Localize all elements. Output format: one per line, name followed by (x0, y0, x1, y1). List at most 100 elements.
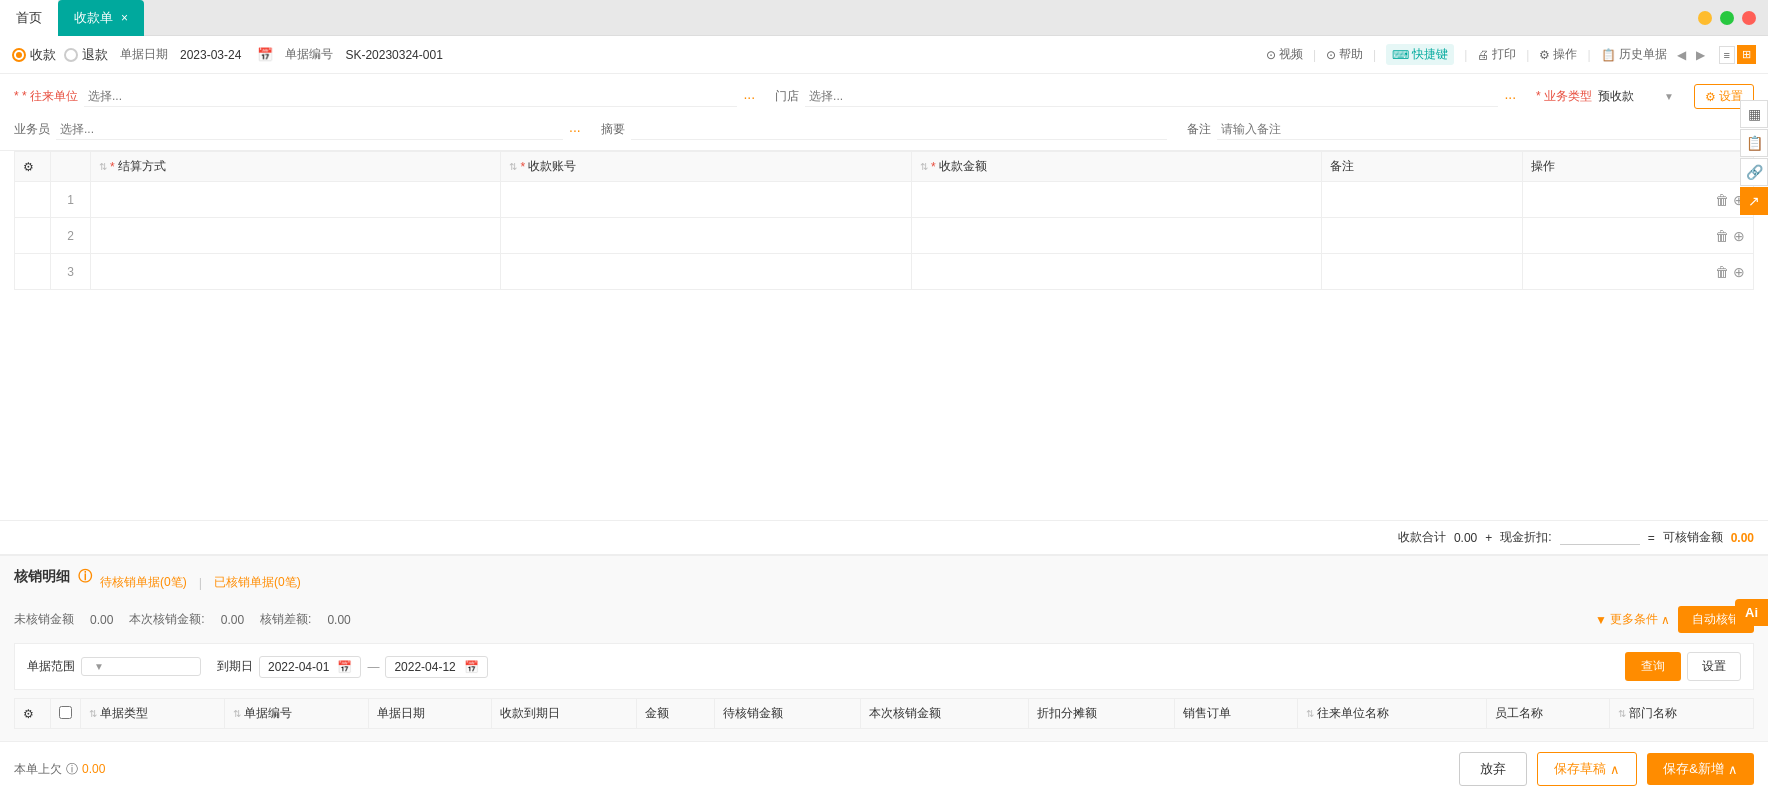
nav-next-icon[interactable]: ▶ (1696, 48, 1705, 62)
sort-icon-account[interactable]: ⇅ (509, 161, 517, 172)
abandon-button[interactable]: 放弃 (1459, 752, 1527, 786)
tab-close-icon[interactable]: × (121, 11, 128, 25)
verify-tabs: 待核销单据(0笔) | 已核销单据(0笔) (100, 574, 301, 591)
sort-counterpart[interactable]: ⇅ (1306, 708, 1314, 719)
staff-input[interactable] (56, 119, 563, 140)
sidebar-table-icon[interactable]: ▦ (1740, 100, 1768, 128)
bill-date-calendar-icon[interactable]: 📅 (257, 47, 273, 62)
cell-settle-2[interactable] (91, 218, 501, 254)
sort-dept[interactable]: ⇅ (1618, 708, 1626, 719)
store-input[interactable] (805, 86, 1498, 107)
action-ops[interactable]: ⚙ 操作 (1539, 46, 1577, 63)
business-type-chevron-icon[interactable]: ▼ (1664, 91, 1674, 102)
staff-field: 业务员 ··· (14, 119, 581, 140)
sidebar-expand-icon[interactable]: ↗ (1740, 187, 1768, 215)
bottom-table-header-row: ⚙ ⇅ 单据类型 ⇅ 单据编号 (15, 699, 1754, 729)
verify-tab-completed[interactable]: 已核销单据(0笔) (214, 574, 301, 591)
filter-range-label: 单据范围 (27, 658, 75, 675)
cell-account-3[interactable] (501, 254, 911, 290)
nav-prev-icon[interactable]: ◀ (1677, 48, 1686, 62)
cell-amount-1[interactable] (911, 182, 1321, 218)
window-minimize-button[interactable] (1698, 11, 1712, 25)
cell-remark-2[interactable] (1322, 218, 1523, 254)
action-print[interactable]: 🖨 打印 (1477, 46, 1516, 63)
store-field: 门店 ··· (775, 86, 1516, 107)
cell-settle-1[interactable] (91, 182, 501, 218)
bt-col-amount-label: 金额 (645, 706, 669, 720)
delete-row-3-icon[interactable]: 🗑 (1715, 264, 1729, 280)
bottom-table: ⚙ ⇅ 单据类型 ⇅ 单据编号 (14, 698, 1754, 729)
counterpart-more-icon[interactable]: ··· (743, 89, 755, 105)
col-remark: 备注 (1322, 152, 1523, 182)
view-grid-btn[interactable]: ⊞ (1737, 45, 1756, 64)
bt-col-counterpart: ⇅ 往来单位名称 (1297, 699, 1486, 729)
action-help[interactable]: ⊙ 帮助 (1326, 46, 1363, 63)
cell-amount-3[interactable] (911, 254, 1321, 290)
bill-no-value: SK-20230324-001 (345, 48, 442, 62)
separator-3: | (1464, 48, 1467, 62)
counterpart-input[interactable] (84, 86, 737, 107)
radio-refund[interactable]: 退款 (64, 46, 108, 64)
view-list-btn[interactable]: ≡ (1719, 46, 1735, 64)
cash-discount-input[interactable] (1560, 530, 1640, 545)
filter-range-select[interactable]: ▼ (81, 657, 201, 676)
cell-settle-3[interactable] (91, 254, 501, 290)
bt-col-counterpart-label: 往来单位名称 (1317, 705, 1389, 722)
calendar-end-icon[interactable]: 📅 (464, 660, 479, 674)
copy-row-3-icon[interactable]: ⊕ (1733, 264, 1745, 280)
filter-range-field: 单据范围 ▼ (27, 657, 201, 676)
tab-home[interactable]: 首页 (0, 0, 58, 36)
action-shortcut[interactable]: ⌨ 快捷键 (1386, 44, 1454, 65)
sort-icon-settle[interactable]: ⇅ (99, 161, 107, 172)
cell-remark-3[interactable] (1322, 254, 1523, 290)
window-maximize-button[interactable] (1720, 11, 1734, 25)
bt-col-checkbox[interactable] (51, 699, 81, 729)
cell-amount-2[interactable] (911, 218, 1321, 254)
sort-bill-type[interactable]: ⇅ (89, 708, 97, 719)
bill-date-label: 单据日期 (120, 46, 168, 63)
verification-section: 核销明细 ⓘ 待核销单据(0笔) | 已核销单据(0笔) 未核销金额 0.00 … (0, 554, 1768, 741)
separator-5: | (1587, 48, 1590, 62)
delete-row-1-icon[interactable]: 🗑 (1715, 192, 1729, 208)
bt-col-sales-order-label: 销售订单 (1183, 706, 1231, 720)
sort-bill-no[interactable]: ⇅ (233, 708, 241, 719)
action-video[interactable]: ⊙ 视频 (1266, 46, 1303, 63)
verify-info-icon[interactable]: ⓘ (78, 568, 92, 586)
ai-badge[interactable]: Ai (1735, 599, 1768, 626)
delete-row-2-icon[interactable]: 🗑 (1715, 228, 1729, 244)
summary-input[interactable] (631, 119, 1168, 140)
remark-label: 备注 (1187, 121, 1211, 138)
filter-date-end-input[interactable]: 2022-04-12 📅 (385, 656, 487, 678)
query-button[interactable]: 查询 (1625, 652, 1681, 681)
cell-remark-1[interactable] (1322, 182, 1523, 218)
footer-info-icon[interactable]: ⓘ (66, 761, 78, 778)
remark-input[interactable] (1217, 119, 1754, 140)
cell-rownum-1: 1 (51, 182, 91, 218)
bt-col-dept-label: 部门名称 (1629, 705, 1677, 722)
sort-icon-amount[interactable]: ⇅ (920, 161, 928, 172)
staff-more-icon[interactable]: ··· (569, 122, 581, 138)
filter-date-start-input[interactable]: 2022-04-01 📅 (259, 656, 361, 678)
calendar-start-icon[interactable]: 📅 (337, 660, 352, 674)
save-draft-button[interactable]: 保存草稿 ∧ (1537, 752, 1637, 786)
copy-row-2-icon[interactable]: ⊕ (1733, 228, 1745, 244)
save-new-button[interactable]: 保存&新增 ∧ (1647, 753, 1754, 785)
cell-account-2[interactable] (501, 218, 911, 254)
sidebar-link-icon[interactable]: 🔗 (1740, 158, 1768, 186)
cell-account-1[interactable] (501, 182, 911, 218)
radio-receipt[interactable]: 收款 (12, 46, 56, 64)
save-draft-label: 保存草稿 (1554, 760, 1606, 778)
tab-receipt[interactable]: 收款单 × (58, 0, 144, 36)
table-row: 2 🗑 ⊕ (15, 218, 1754, 254)
filter-date-field: 到期日 2022-04-01 📅 — 2022-04-12 📅 (217, 656, 488, 678)
more-conditions-button[interactable]: ▼ 更多条件 ∧ (1595, 611, 1670, 628)
window-close-button[interactable] (1742, 11, 1756, 25)
col-settings[interactable]: ⚙ (15, 152, 51, 182)
filter-settings-button[interactable]: 设置 (1687, 652, 1741, 681)
verify-tab-pending[interactable]: 待核销单据(0笔) (100, 574, 187, 591)
sidebar-doc-icon[interactable]: 📋 (1740, 129, 1768, 157)
bt-col-settings[interactable]: ⚙ (15, 699, 51, 729)
store-more-icon[interactable]: ··· (1504, 89, 1516, 105)
action-history[interactable]: 📋 历史单据 (1601, 46, 1667, 63)
select-all-checkbox[interactable] (59, 706, 72, 719)
